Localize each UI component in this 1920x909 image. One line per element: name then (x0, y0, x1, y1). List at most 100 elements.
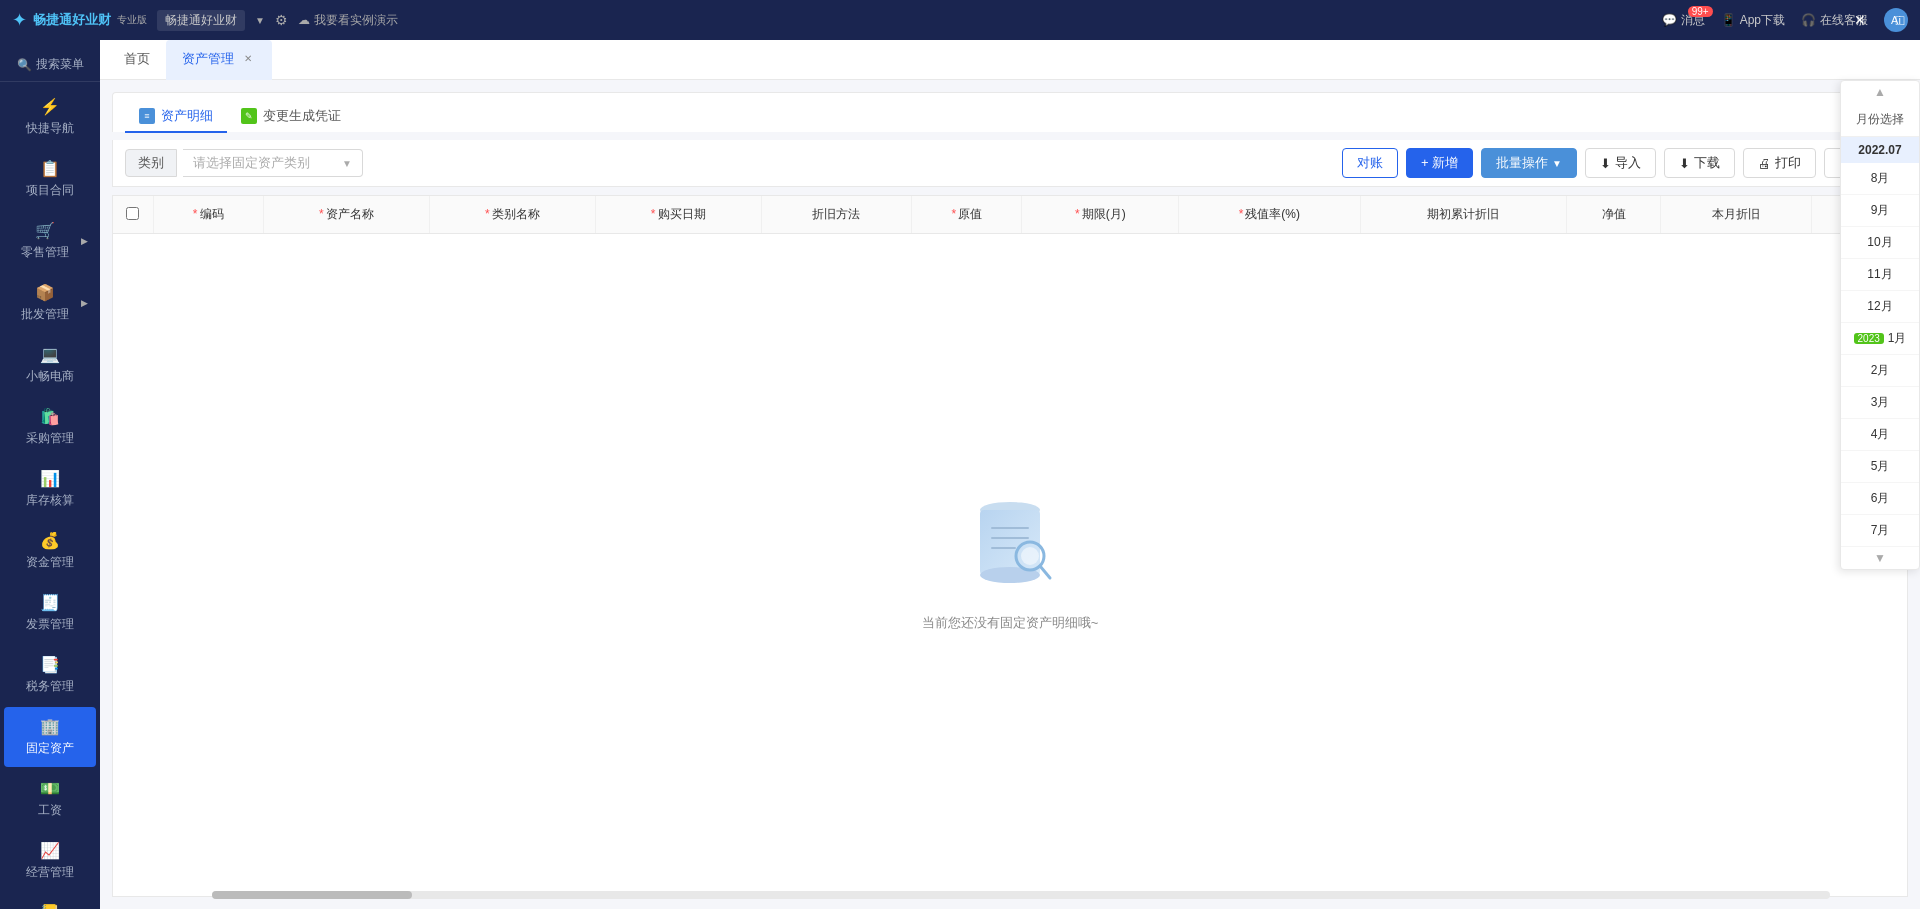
window-controls: ✕ □ (1840, 0, 1920, 40)
sub-tab-asset-detail-label: 资产明细 (161, 107, 213, 125)
sub-tab-change-voucher-label: 变更生成凭证 (263, 107, 341, 125)
month-item-2[interactable]: 2月 (1841, 355, 1919, 387)
reconcile-button[interactable]: 对账 (1342, 148, 1398, 178)
col-purchase-date: *购买日期 (595, 196, 761, 234)
sidebar-item-retail[interactable]: 🛒 零售管理 ▶ (4, 211, 96, 271)
app-download-button[interactable]: 📱 App下载 (1721, 12, 1785, 29)
download-label: 下载 (1694, 154, 1720, 172)
page-content: ≡ 资产明细 ✎ 变更生成凭证 类别 请选择固定资产类别 ▼ (100, 80, 1920, 909)
col-name: *资产名称 (263, 196, 429, 234)
tab-bar: 首页 资产管理 ✕ (100, 40, 1920, 80)
month-item-1-2023[interactable]: 2023 1月 (1841, 323, 1919, 355)
category-dropdown[interactable]: 请选择固定资产类别 ▼ (183, 149, 363, 177)
month-item-3[interactable]: 3月 (1841, 387, 1919, 419)
purchase-icon: 🛍️ (40, 407, 60, 426)
empty-text: 当前您还没有固定资产明细哦~ (922, 614, 1099, 632)
sidebar-item-tax[interactable]: 📑 税务管理 (4, 645, 96, 705)
app-edition: 专业版 (117, 13, 147, 27)
sidebar-item-wholesale[interactable]: 📦 批发管理 ▶ (4, 273, 96, 333)
month-item-6[interactable]: 6月 (1841, 483, 1919, 515)
batch-label: 批量操作 (1496, 154, 1548, 172)
svg-line-8 (1040, 566, 1050, 578)
col-code: *编码 (153, 196, 263, 234)
main-layout: 🔍 搜索菜单 ⚡ 快捷导航 📋 项目合同 🛒 零售管理 ▶ 📦 批发管理 ▶ (0, 40, 1920, 909)
toolbar: 类别 请选择固定资产类别 ▼ 对账 + 新增 批量操作 ▼ (112, 140, 1908, 187)
col-accumulated-depreciation: 期初累计折旧 (1360, 196, 1566, 234)
asset-detail-tab-icon: ≡ (139, 108, 155, 124)
wholesale-icon: 📦 (35, 283, 55, 302)
month-item-8[interactable]: 8月 (1841, 163, 1919, 195)
window-maximize-button[interactable]: □ (1880, 0, 1920, 40)
month-panel-up-arrow[interactable]: ▲ (1841, 81, 1919, 103)
retail-arrow-icon: ▶ (81, 236, 88, 246)
assets-table: *编码 *资产名称 *类别名称 *购买日期 折旧方法 *原值 *期限(月) *残… (113, 196, 1907, 234)
sidebar: 🔍 搜索菜单 ⚡ 快捷导航 📋 项目合同 🛒 零售管理 ▶ 📦 批发管理 ▶ (0, 40, 100, 909)
add-button[interactable]: + 新增 (1406, 148, 1473, 178)
month-list: 8月 9月 10月 11月 12月 2023 1月 2月 3月 4月 5月 6月… (1841, 163, 1919, 547)
month-item-7[interactable]: 7月 (1841, 515, 1919, 547)
sidebar-item-ledger[interactable]: 📒 总账管理 (4, 893, 96, 909)
sub-tab-asset-detail[interactable]: ≡ 资产明细 (125, 101, 227, 133)
sidebar-item-finance[interactable]: 💰 资金管理 (4, 521, 96, 581)
empty-illustration (950, 498, 1070, 598)
quick-nav-icon: ⚡ (40, 97, 60, 116)
col-category: *类别名称 (429, 196, 595, 234)
table-header-row: *编码 *资产名称 *类别名称 *购买日期 折旧方法 *原值 *期限(月) *残… (113, 196, 1907, 234)
tab-home[interactable]: 首页 (108, 40, 166, 80)
sidebar-item-ecommerce[interactable]: 💻 小畅电商 (4, 335, 96, 395)
sidebar-item-operations[interactable]: 📈 经营管理 (4, 831, 96, 891)
download-button[interactable]: ⬇ 下载 (1664, 148, 1735, 178)
tab-close-icon[interactable]: ✕ (240, 51, 256, 67)
month-item-9[interactable]: 9月 (1841, 195, 1919, 227)
batch-button[interactable]: 批量操作 ▼ (1481, 148, 1577, 178)
retail-icon: 🛒 (35, 221, 55, 240)
toolbar-right: 对账 + 新增 批量操作 ▼ ⬇ 导入 ⬇ 下载 (1342, 148, 1895, 178)
cloud-icon: ☁ (298, 13, 310, 27)
message-button[interactable]: 💬 消息 99+ (1662, 12, 1705, 29)
sidebar-item-invoice[interactable]: 🧾 发票管理 (4, 583, 96, 643)
current-month-display[interactable]: 2022.07 (1858, 143, 1901, 157)
settings-icon[interactable]: ⚙ (275, 12, 288, 28)
sidebar-item-salary[interactable]: 💵 工资 (4, 769, 96, 829)
tab-asset-management[interactable]: 资产管理 ✕ (166, 40, 272, 80)
empty-state: 当前您还没有固定资产明细哦~ (113, 234, 1907, 896)
print-label: 打印 (1775, 154, 1801, 172)
month-item-11[interactable]: 11月 (1841, 259, 1919, 291)
company-dropdown-icon[interactable]: ▼ (255, 15, 265, 26)
finance-icon: 💰 (40, 531, 60, 550)
month-panel-title: 月份选择 (1856, 111, 1904, 128)
download-icon: ⬇ (1679, 156, 1690, 171)
content-area: 首页 资产管理 ✕ ≡ 资产明细 ✎ 变更生成凭证 (100, 40, 1920, 909)
scrollbar-thumb[interactable] (212, 891, 412, 899)
month-panel-header: 月份选择 (1841, 103, 1919, 137)
col-original-value: *原值 (912, 196, 1022, 234)
batch-arrow-icon: ▼ (1552, 158, 1562, 169)
tab-home-label: 首页 (124, 50, 150, 68)
month-panel-down-arrow[interactable]: ▼ (1841, 547, 1919, 569)
table-container: *编码 *资产名称 *类别名称 *购买日期 折旧方法 *原值 *期限(月) *残… (112, 195, 1908, 897)
search-menu[interactable]: 🔍 搜索菜单 (0, 48, 100, 82)
tax-icon: 📑 (40, 655, 60, 674)
sub-tab-change-voucher[interactable]: ✎ 变更生成凭证 (227, 101, 355, 133)
sidebar-item-inventory[interactable]: 📊 库存核算 (4, 459, 96, 519)
app-name: 畅捷通好业财 (33, 11, 111, 29)
print-button[interactable]: 🖨 打印 (1743, 148, 1816, 178)
sidebar-item-quick-nav[interactable]: ⚡ 快捷导航 (4, 87, 96, 147)
company-selector[interactable]: 畅捷通好业财 (157, 10, 245, 31)
month-item-4[interactable]: 4月 (1841, 419, 1919, 451)
sidebar-item-project[interactable]: 📋 项目合同 (4, 149, 96, 209)
select-all-checkbox[interactable] (126, 207, 139, 220)
sidebar-item-fixed-assets[interactable]: 🏢 固定资产 (4, 707, 96, 767)
app-logo-icon: ✦ (12, 9, 27, 31)
col-checkbox (113, 196, 153, 234)
window-close-button[interactable]: ✕ (1840, 0, 1880, 40)
demo-link[interactable]: ☁ 我要看实例演示 (298, 12, 398, 29)
month-item-12[interactable]: 12月 (1841, 291, 1919, 323)
month-item-5[interactable]: 5月 (1841, 451, 1919, 483)
sidebar-item-purchase[interactable]: 🛍️ 采购管理 (4, 397, 96, 457)
import-button[interactable]: ⬇ 导入 (1585, 148, 1656, 178)
month-item-10[interactable]: 10月 (1841, 227, 1919, 259)
invoice-icon: 🧾 (40, 593, 60, 612)
page-scrollbar[interactable] (212, 891, 1830, 899)
inventory-icon: 📊 (40, 469, 60, 488)
